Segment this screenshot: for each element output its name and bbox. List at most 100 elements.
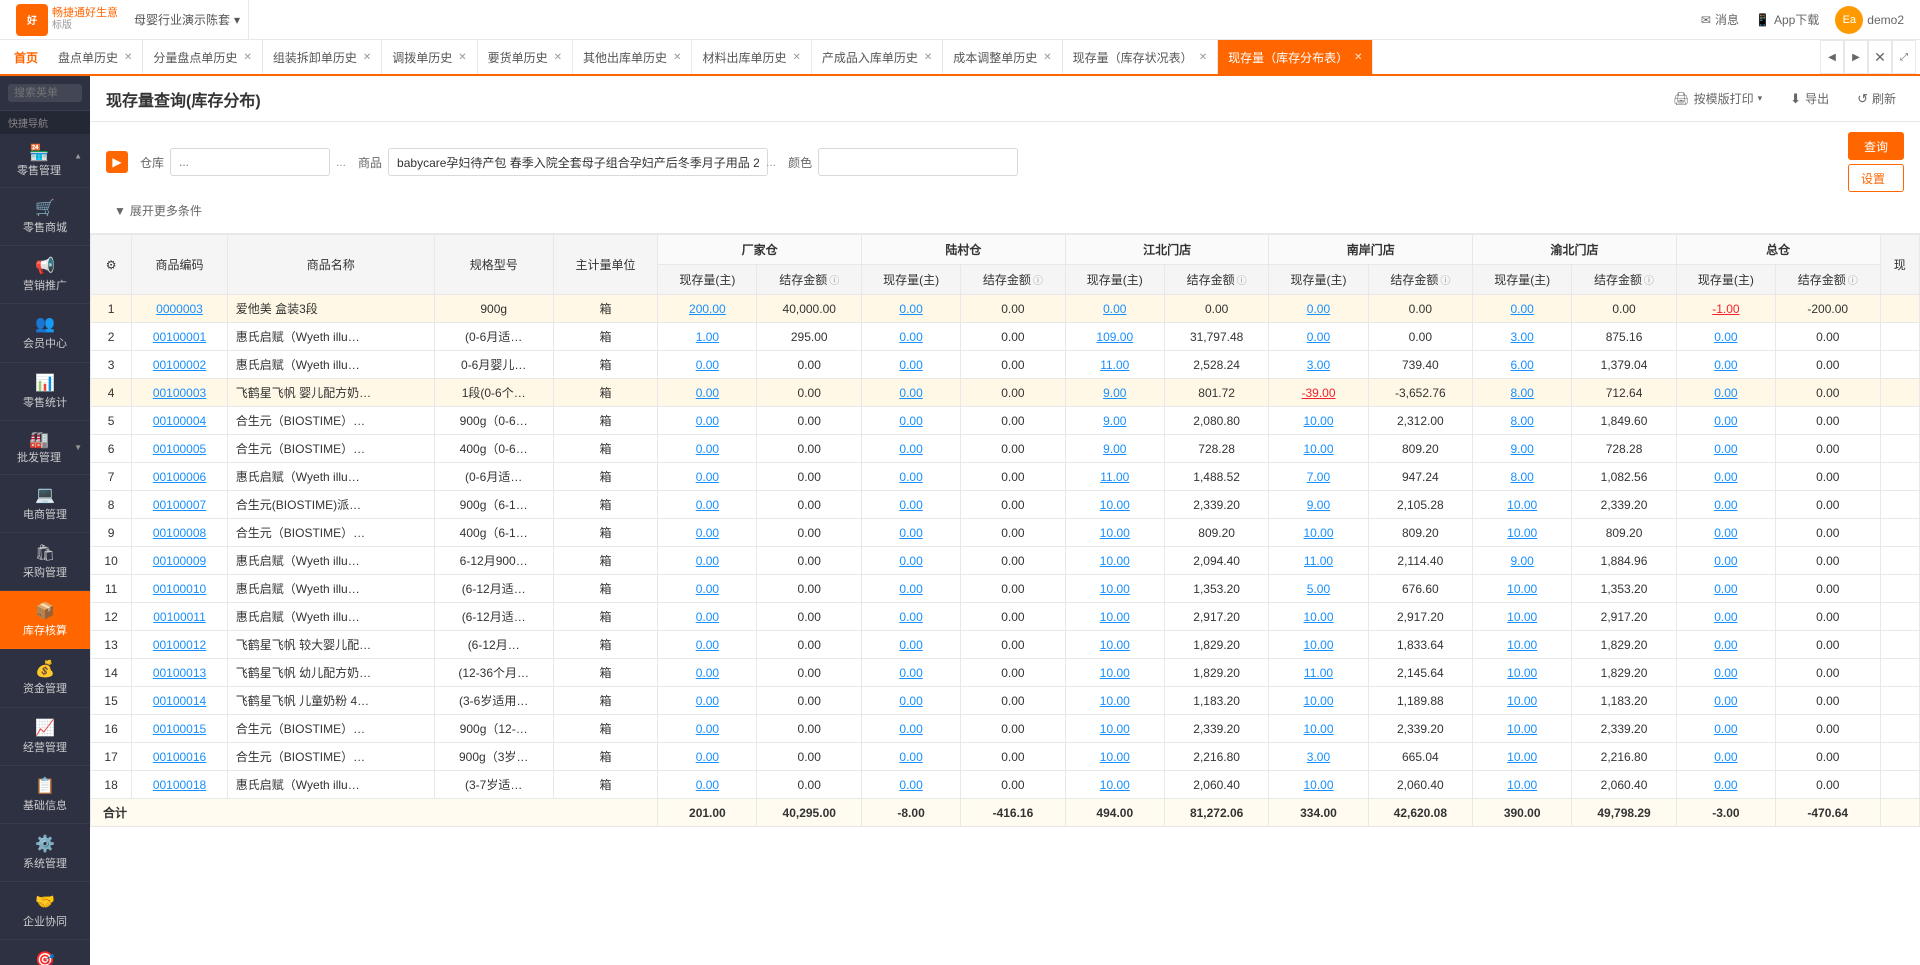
tab-prev-btn[interactable]: ◀ [1820,40,1844,74]
product-select-btn[interactable]: ... [766,155,776,169]
row-code[interactable]: 00100014 [132,687,228,715]
row-lu-qty[interactable]: 0.00 [862,715,961,743]
row-nanan-qty[interactable]: 7.00 [1269,463,1368,491]
row-factory-qty[interactable]: 0.00 [658,715,757,743]
row-yubei-qty[interactable]: 10.00 [1473,743,1572,771]
row-yubei-qty[interactable]: 10.00 [1473,519,1572,547]
close-tab-icon[interactable]: ✕ [554,52,562,63]
row-nanan-qty[interactable]: 11.00 [1269,659,1368,687]
row-yubei-qty[interactable]: 10.00 [1473,659,1572,687]
row-nanan-qty[interactable]: -39.00 [1269,379,1368,407]
row-nanan-qty[interactable]: 9.00 [1269,491,1368,519]
row-jiangbei-qty[interactable]: 9.00 [1065,379,1164,407]
tab-next-btn[interactable]: ▶ [1844,40,1868,74]
row-factory-qty[interactable]: 200.00 [658,295,757,323]
row-jiangbei-qty[interactable]: 10.00 [1065,519,1164,547]
row-code[interactable]: 00100010 [132,575,228,603]
close-tab-icon[interactable]: ✕ [1043,52,1051,63]
row-total-qty[interactable]: 0.00 [1676,743,1775,771]
row-yubei-qty[interactable]: 9.00 [1473,435,1572,463]
row-total-qty[interactable]: 0.00 [1676,463,1775,491]
row-nanan-qty[interactable]: 10.00 [1269,519,1368,547]
row-total-qty[interactable]: 0.00 [1676,575,1775,603]
tab-expand-btn[interactable]: ⤢ [1892,40,1916,74]
row-nanan-qty[interactable]: 10.00 [1269,687,1368,715]
row-total-qty[interactable]: 0.00 [1676,435,1775,463]
row-lu-qty[interactable]: 0.00 [862,323,961,351]
close-tab-icon[interactable]: ✕ [243,52,251,63]
print-btn[interactable]: 🖨 按模版打印 ▾ [1665,86,1770,111]
sidebar-item-retail-store[interactable]: 🛒 零售商城 [0,188,90,246]
close-tab-icon[interactable]: ✕ [363,52,371,63]
info-icon[interactable]: ⓘ [829,276,839,287]
row-lu-qty[interactable]: 0.00 [862,659,961,687]
row-nanan-qty[interactable]: 10.00 [1269,407,1368,435]
row-code[interactable]: 00100018 [132,771,228,799]
settings-btn[interactable]: 设置 [1848,164,1904,192]
close-tab-icon[interactable]: ✕ [124,52,132,63]
row-yubei-qty[interactable]: 10.00 [1473,491,1572,519]
color-input[interactable] [818,148,1018,176]
row-lu-qty[interactable]: 0.00 [862,743,961,771]
row-factory-qty[interactable]: 0.00 [658,743,757,771]
row-factory-qty[interactable]: 0.00 [658,491,757,519]
close-tab-icon[interactable]: ✕ [1354,52,1362,63]
row-jiangbei-qty[interactable]: 10.00 [1065,575,1164,603]
sidebar-item-sys-mgmt[interactable]: ⚙️ 系统管理 [0,824,90,882]
row-nanan-qty[interactable]: 10.00 [1269,631,1368,659]
row-jiangbei-qty[interactable]: 10.00 [1065,603,1164,631]
row-code[interactable]: 00100004 [132,407,228,435]
row-nanan-qty[interactable]: 5.00 [1269,575,1368,603]
row-total-qty[interactable]: 0.00 [1676,491,1775,519]
row-nanan-qty[interactable]: 11.00 [1269,547,1368,575]
sidebar-item-retail-mgmt[interactable]: 🏪 零售管理 ▲ [0,134,90,188]
row-nanan-qty[interactable]: 0.00 [1269,323,1368,351]
row-total-qty[interactable]: 0.00 [1676,547,1775,575]
row-yubei-qty[interactable]: 3.00 [1473,323,1572,351]
sidebar-item-stock-check[interactable]: 📦 库存核算 [0,591,90,649]
row-code[interactable]: 00100007 [132,491,228,519]
row-lu-qty[interactable]: 0.00 [862,603,961,631]
tab-close-all-btn[interactable]: ✕ [1868,40,1892,74]
row-yubei-qty[interactable]: 10.00 [1473,771,1572,799]
row-lu-qty[interactable]: 0.00 [862,295,961,323]
row-factory-qty[interactable]: 0.00 [658,519,757,547]
row-lu-qty[interactable]: 0.00 [862,631,961,659]
row-jiangbei-qty[interactable]: 10.00 [1065,771,1164,799]
row-nanan-qty[interactable]: 3.00 [1269,743,1368,771]
close-tab-icon[interactable]: ✕ [673,52,681,63]
sidebar-item-purchase-mgmt[interactable]: 🛍 采购管理 [0,533,90,591]
row-nanan-qty[interactable]: 0.00 [1269,295,1368,323]
tab-count-history[interactable]: 盘点单历史 ✕ [48,40,143,74]
sidebar-item-wholesale-mgmt[interactable]: 🏭 批发管理 ▼ [0,421,90,475]
user-avatar[interactable]: Ea demo2 [1835,6,1904,34]
row-yubei-qty[interactable]: 10.00 [1473,687,1572,715]
row-factory-qty[interactable]: 0.00 [658,351,757,379]
product-input[interactable] [388,148,768,176]
tab-cost-adjust-history[interactable]: 成本调整单历史 ✕ [943,40,1062,74]
sidebar-item-enterprise-collab[interactable]: 🤝 企业协同 [0,882,90,940]
row-code[interactable]: 00100001 [132,323,228,351]
row-factory-qty[interactable]: 0.00 [658,407,757,435]
info-icon[interactable]: ⓘ [1033,276,1043,287]
sidebar-item-finance-mgmt[interactable]: 💰 资金管理 [0,649,90,707]
row-jiangbei-qty[interactable]: 10.00 [1065,631,1164,659]
row-code[interactable]: 00100002 [132,351,228,379]
tab-stock-status[interactable]: 现存量（库存状况表） ✕ [1063,40,1218,74]
info-icon[interactable]: ⓘ [1237,276,1247,287]
row-total-qty[interactable]: -1.00 [1676,295,1775,323]
row-yubei-qty[interactable]: 10.00 [1473,603,1572,631]
tab-transfer-history[interactable]: 调拨单历史 ✕ [382,40,477,74]
sidebar-item-member-center[interactable]: 👥 会员中心 [0,304,90,362]
row-nanan-qty[interactable]: 3.00 [1269,351,1368,379]
row-code[interactable]: 00100016 [132,743,228,771]
row-factory-qty[interactable]: 0.00 [658,463,757,491]
row-jiangbei-qty[interactable]: 0.00 [1065,295,1164,323]
row-factory-qty[interactable]: 0.00 [658,435,757,463]
row-lu-qty[interactable]: 0.00 [862,547,961,575]
info-icon[interactable]: ⓘ [1644,276,1654,287]
close-tab-icon[interactable]: ✕ [924,52,932,63]
row-lu-qty[interactable]: 0.00 [862,575,961,603]
row-jiangbei-qty[interactable]: 11.00 [1065,463,1164,491]
refresh-btn[interactable]: ↺ 刷新 [1849,86,1904,111]
